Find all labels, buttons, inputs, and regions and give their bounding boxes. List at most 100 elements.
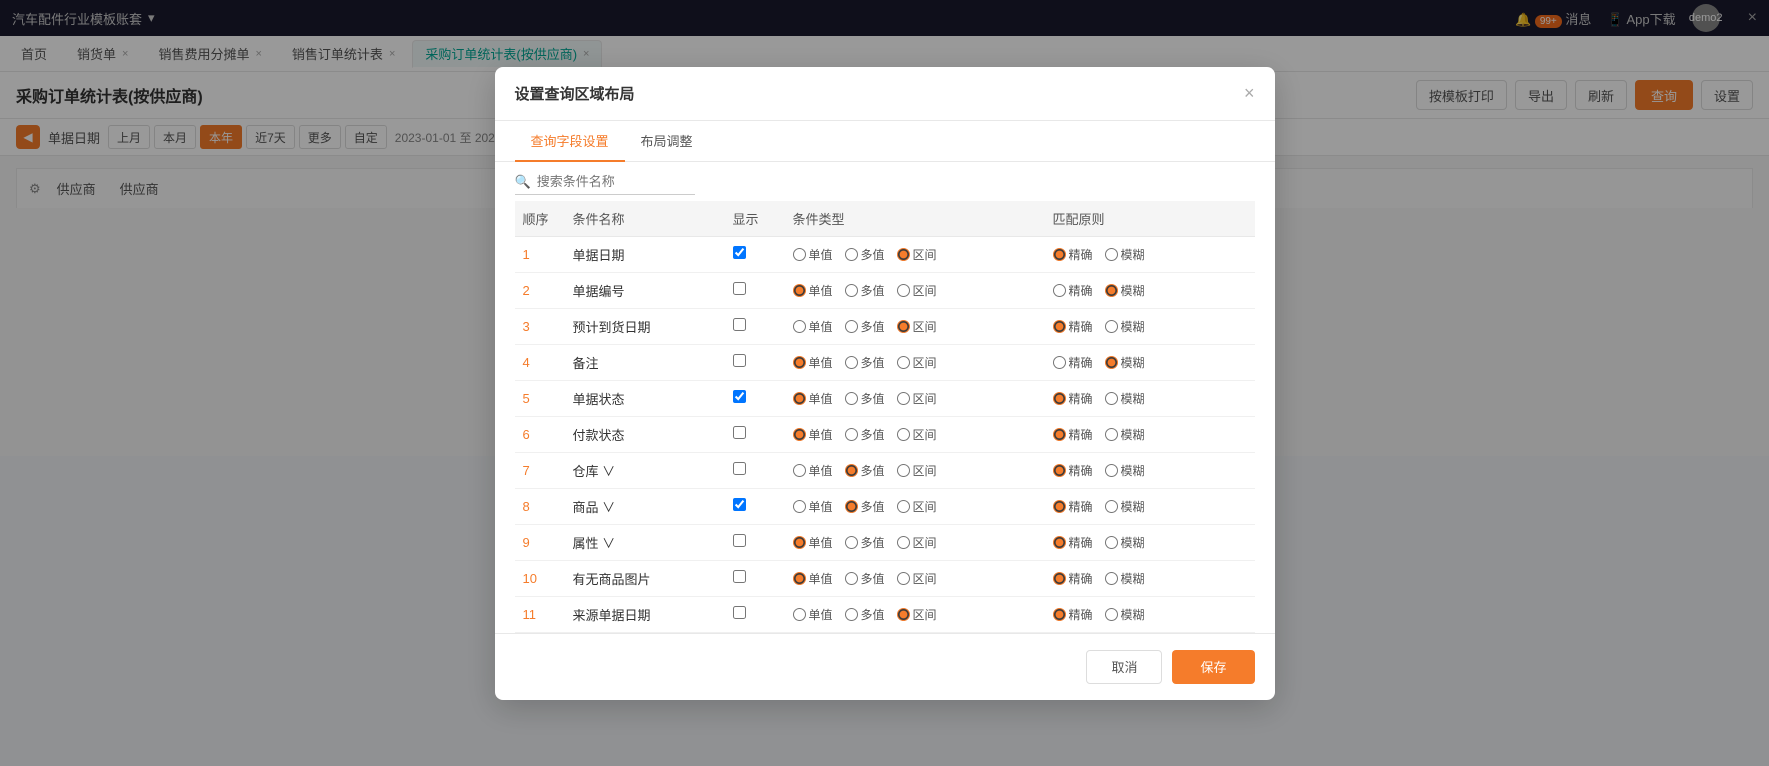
type-option-多值-3[interactable]: 多值: [845, 354, 885, 371]
row-match-3[interactable]: 精确模糊: [1045, 354, 1245, 371]
type-option-多值-2[interactable]: 多值: [845, 318, 885, 335]
row-match-8[interactable]: 精确模糊: [1045, 534, 1245, 551]
row-display-5[interactable]: [725, 426, 785, 442]
display-checkbox-6[interactable]: [733, 462, 746, 475]
type-option-单值-7[interactable]: 单值: [793, 498, 833, 515]
row-display-7[interactable]: [725, 498, 785, 514]
row-match-0[interactable]: 精确模糊: [1045, 246, 1245, 263]
row-match-9[interactable]: 精确模糊: [1045, 570, 1245, 587]
match-option-模糊-1[interactable]: 模糊: [1105, 282, 1145, 299]
row-type-0[interactable]: 单值多值区间: [785, 246, 1045, 263]
dialog-tab-query-fields[interactable]: 查询字段设置: [515, 121, 625, 162]
display-checkbox-10[interactable]: [733, 606, 746, 619]
row-display-0[interactable]: [725, 246, 785, 262]
row-match-7[interactable]: 精确模糊: [1045, 498, 1245, 515]
row-type-9[interactable]: 单值多值区间: [785, 570, 1045, 587]
type-option-多值-9[interactable]: 多值: [845, 570, 885, 587]
display-checkbox-7[interactable]: [733, 498, 746, 511]
save-button[interactable]: 保存: [1172, 650, 1254, 684]
match-option-精确-5[interactable]: 精确: [1053, 426, 1093, 443]
type-option-单值-9[interactable]: 单值: [793, 570, 833, 587]
row-type-10[interactable]: 单值多值区间: [785, 606, 1045, 623]
row-match-6[interactable]: 精确模糊: [1045, 462, 1245, 479]
match-option-模糊-4[interactable]: 模糊: [1105, 390, 1145, 407]
type-option-单值-3[interactable]: 单值: [793, 354, 833, 371]
match-option-精确-1[interactable]: 精确: [1053, 282, 1093, 299]
row-display-1[interactable]: [725, 282, 785, 298]
type-option-单值-2[interactable]: 单值: [793, 318, 833, 335]
type-option-单值-10[interactable]: 单值: [793, 606, 833, 623]
type-option-多值-4[interactable]: 多值: [845, 390, 885, 407]
row-display-4[interactable]: [725, 390, 785, 406]
type-option-区间-10[interactable]: 区间: [897, 606, 937, 623]
display-checkbox-9[interactable]: [733, 570, 746, 583]
display-checkbox-0[interactable]: [733, 246, 746, 259]
display-checkbox-1[interactable]: [733, 282, 746, 295]
row-type-3[interactable]: 单值多值区间: [785, 354, 1045, 371]
match-option-精确-3[interactable]: 精确: [1053, 354, 1093, 371]
type-option-区间-8[interactable]: 区间: [897, 534, 937, 551]
match-option-模糊-5[interactable]: 模糊: [1105, 426, 1145, 443]
row-match-4[interactable]: 精确模糊: [1045, 390, 1245, 407]
match-option-模糊-8[interactable]: 模糊: [1105, 534, 1145, 551]
type-option-区间-5[interactable]: 区间: [897, 426, 937, 443]
dialog-close-button[interactable]: ×: [1244, 84, 1255, 102]
match-option-模糊-9[interactable]: 模糊: [1105, 570, 1145, 587]
type-option-多值-7[interactable]: 多值: [845, 498, 885, 515]
match-option-精确-7[interactable]: 精确: [1053, 498, 1093, 515]
row-match-10[interactable]: 精确模糊: [1045, 606, 1245, 623]
row-type-2[interactable]: 单值多值区间: [785, 318, 1045, 335]
cancel-button[interactable]: 取消: [1086, 650, 1162, 684]
type-option-单值-1[interactable]: 单值: [793, 282, 833, 299]
row-display-2[interactable]: [725, 318, 785, 334]
display-checkbox-8[interactable]: [733, 534, 746, 547]
type-option-单值-4[interactable]: 单值: [793, 390, 833, 407]
type-option-多值-5[interactable]: 多值: [845, 426, 885, 443]
row-type-5[interactable]: 单值多值区间: [785, 426, 1045, 443]
row-match-2[interactable]: 精确模糊: [1045, 318, 1245, 335]
type-option-单值-5[interactable]: 单值: [793, 426, 833, 443]
row-display-10[interactable]: [725, 606, 785, 622]
display-checkbox-5[interactable]: [733, 426, 746, 439]
match-option-精确-6[interactable]: 精确: [1053, 462, 1093, 479]
type-option-区间-9[interactable]: 区间: [897, 570, 937, 587]
row-type-4[interactable]: 单值多值区间: [785, 390, 1045, 407]
row-display-8[interactable]: [725, 534, 785, 550]
row-type-1[interactable]: 单值多值区间: [785, 282, 1045, 299]
search-input[interactable]: [537, 174, 687, 189]
match-option-精确-2[interactable]: 精确: [1053, 318, 1093, 335]
match-option-模糊-3[interactable]: 模糊: [1105, 354, 1145, 371]
type-option-区间-1[interactable]: 区间: [897, 282, 937, 299]
match-option-精确-10[interactable]: 精确: [1053, 606, 1093, 623]
type-option-区间-6[interactable]: 区间: [897, 462, 937, 479]
row-display-6[interactable]: [725, 462, 785, 478]
row-type-7[interactable]: 单值多值区间: [785, 498, 1045, 515]
match-option-精确-8[interactable]: 精确: [1053, 534, 1093, 551]
type-option-单值-6[interactable]: 单值: [793, 462, 833, 479]
match-option-精确-9[interactable]: 精确: [1053, 570, 1093, 587]
type-option-多值-8[interactable]: 多值: [845, 534, 885, 551]
display-checkbox-3[interactable]: [733, 354, 746, 367]
match-option-模糊-0[interactable]: 模糊: [1105, 246, 1145, 263]
row-match-1[interactable]: 精确模糊: [1045, 282, 1245, 299]
type-option-单值-8[interactable]: 单值: [793, 534, 833, 551]
type-option-多值-10[interactable]: 多值: [845, 606, 885, 623]
match-option-精确-0[interactable]: 精确: [1053, 246, 1093, 263]
type-option-多值-1[interactable]: 多值: [845, 282, 885, 299]
match-option-模糊-10[interactable]: 模糊: [1105, 606, 1145, 623]
display-checkbox-2[interactable]: [733, 318, 746, 331]
type-option-多值-0[interactable]: 多值: [845, 246, 885, 263]
match-option-精确-4[interactable]: 精确: [1053, 390, 1093, 407]
row-type-6[interactable]: 单值多值区间: [785, 462, 1045, 479]
dialog-tab-layout[interactable]: 布局调整: [625, 121, 709, 162]
match-option-模糊-7[interactable]: 模糊: [1105, 498, 1145, 515]
row-display-3[interactable]: [725, 354, 785, 370]
match-option-模糊-6[interactable]: 模糊: [1105, 462, 1145, 479]
type-option-区间-3[interactable]: 区间: [897, 354, 937, 371]
display-checkbox-4[interactable]: [733, 390, 746, 403]
type-option-区间-0[interactable]: 区间: [897, 246, 937, 263]
row-display-9[interactable]: [725, 570, 785, 586]
type-option-区间-4[interactable]: 区间: [897, 390, 937, 407]
row-match-5[interactable]: 精确模糊: [1045, 426, 1245, 443]
match-option-模糊-2[interactable]: 模糊: [1105, 318, 1145, 335]
